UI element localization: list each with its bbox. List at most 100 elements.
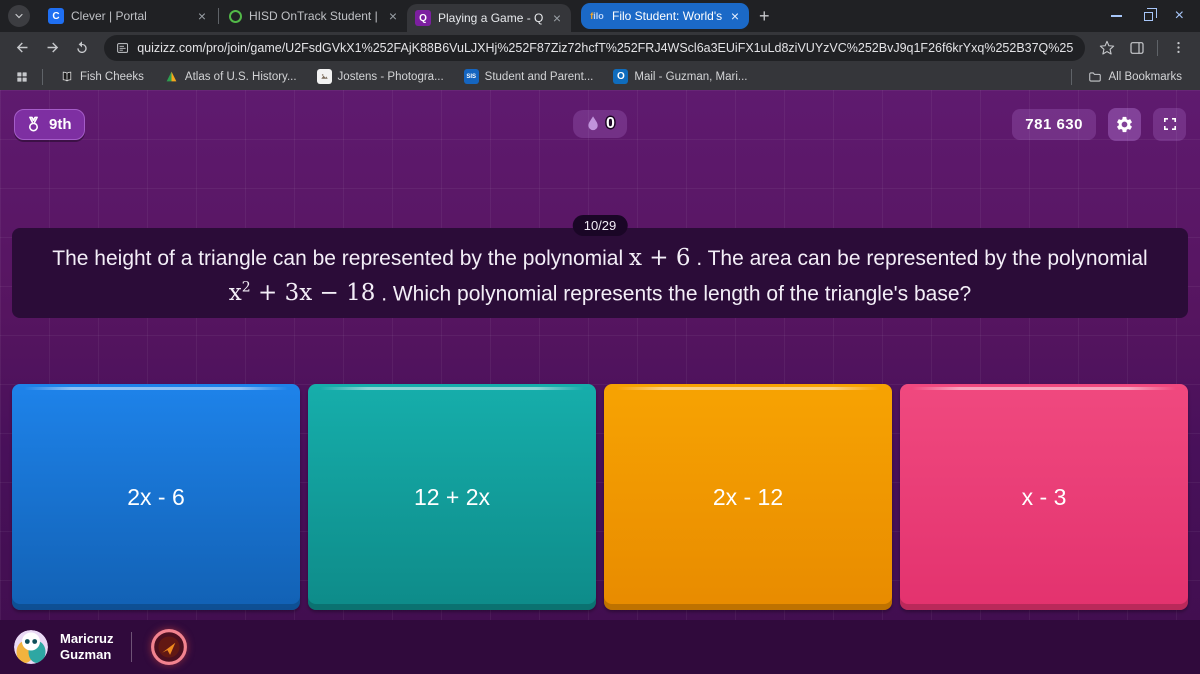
answer-label: 2x - 6 bbox=[127, 483, 185, 510]
math-expression: x2 + 3x − 18 bbox=[228, 279, 376, 307]
reaction-flame-icon bbox=[151, 629, 188, 665]
bookmark-fish-cheeks[interactable]: Fish Cheeks bbox=[51, 66, 152, 87]
bookmark-label: Atlas of U.S. History... bbox=[184, 70, 297, 83]
player-name: Maricruz Guzman bbox=[60, 631, 114, 662]
bookmark-student-parent[interactable]: SIS Student and Parent... bbox=[456, 66, 602, 87]
browser-toolbar: quizizz.com/pro/join/game/U2FsdGVkX1%252… bbox=[0, 32, 1200, 63]
all-bookmarks-label: All Bookmarks bbox=[1108, 70, 1183, 83]
folder-icon bbox=[1088, 69, 1103, 84]
tab-clever[interactable]: C Clever | Portal × bbox=[40, 0, 216, 32]
close-icon[interactable]: × bbox=[387, 9, 399, 23]
footer-separator bbox=[131, 632, 133, 662]
filo-icon: f ilo bbox=[590, 11, 604, 21]
book-icon bbox=[59, 69, 74, 84]
bookmark-label: Mail - Guzman, Mari... bbox=[634, 70, 748, 83]
menu-kebab-button[interactable] bbox=[1164, 35, 1192, 61]
all-bookmarks-button[interactable]: All Bookmarks bbox=[1080, 66, 1191, 87]
renaissance-ring-icon bbox=[229, 9, 242, 23]
url-text: quizizz.com/pro/join/game/U2FsdGVkX1%252… bbox=[137, 40, 1073, 55]
close-icon[interactable]: × bbox=[729, 9, 741, 23]
game-footer: Maricruz Guzman bbox=[0, 620, 1200, 674]
tab-separator bbox=[218, 8, 219, 24]
bookmarks-bar: Fish Cheeks Atlas of U.S. History... Jos… bbox=[0, 63, 1200, 90]
restore-icon[interactable] bbox=[1143, 8, 1158, 21]
bookmark-star-button[interactable] bbox=[1093, 35, 1121, 61]
back-button[interactable] bbox=[8, 35, 36, 61]
answer-label: x - 3 bbox=[1021, 483, 1067, 510]
question-card: The height of a triangle can be represen… bbox=[12, 228, 1188, 318]
gear-icon bbox=[1117, 116, 1132, 132]
url-bar[interactable]: quizizz.com/pro/join/game/U2FsdGVkX1%252… bbox=[104, 34, 1085, 61]
tab-strip: C Clever | Portal × HISD OnTrack Student… bbox=[0, 0, 1200, 32]
streak-counter: 0 bbox=[573, 110, 627, 138]
forward-arrow-icon bbox=[47, 42, 58, 53]
apps-grid-icon bbox=[17, 71, 27, 82]
triangle-map-icon bbox=[164, 69, 179, 84]
answer-card-1[interactable]: 12 + 2x bbox=[308, 384, 596, 610]
photo-file-icon bbox=[316, 69, 332, 84]
fullscreen-button[interactable] bbox=[1153, 107, 1186, 141]
grade-label: 9th bbox=[49, 115, 72, 133]
header-right-group: 781 630 bbox=[1012, 107, 1186, 141]
site-info-icon bbox=[117, 42, 129, 53]
toolbar-separator bbox=[1157, 39, 1158, 56]
chevron-down-icon bbox=[15, 13, 23, 19]
owl-avatar-icon bbox=[14, 630, 48, 664]
tab-title: HISD OnTrack Student | Renais bbox=[249, 9, 380, 23]
question-counter: 10/29 bbox=[572, 215, 628, 236]
answer-card-3[interactable]: x - 3 bbox=[900, 384, 1188, 610]
bookmark-label: Jostens - Photogra... bbox=[337, 70, 444, 83]
reload-icon bbox=[77, 40, 87, 53]
side-panel-icon bbox=[1130, 41, 1144, 54]
score-display: 781 630 bbox=[1012, 108, 1096, 140]
forward-button[interactable] bbox=[38, 35, 66, 61]
bookmark-jostens[interactable]: Jostens - Photogra... bbox=[309, 66, 452, 87]
bookmark-atlas[interactable]: Atlas of U.S. History... bbox=[156, 66, 305, 87]
droplet-icon bbox=[588, 116, 598, 131]
close-icon[interactable]: × bbox=[196, 9, 208, 23]
side-panel-button[interactable] bbox=[1123, 35, 1151, 61]
sis-icon: SIS bbox=[463, 69, 479, 84]
settings-button[interactable] bbox=[1108, 107, 1141, 141]
outlook-icon: O bbox=[613, 69, 629, 84]
quizizz-game-area: 9th 0 781 630 10/29 The height of a tria… bbox=[0, 90, 1200, 674]
math-expression: x + 6 bbox=[628, 244, 691, 271]
quizizz-icon: Q bbox=[415, 10, 431, 26]
clever-icon: C bbox=[48, 8, 64, 24]
streak-count: 0 bbox=[606, 115, 615, 132]
apps-grid-button[interactable] bbox=[10, 64, 34, 90]
bookmark-mail[interactable]: O Mail - Guzman, Mari... bbox=[605, 66, 755, 87]
fullscreen-icon bbox=[1163, 118, 1176, 130]
player-avatar bbox=[14, 630, 48, 664]
tab-title: Clever | Portal bbox=[71, 9, 147, 23]
reload-button[interactable] bbox=[68, 35, 96, 61]
window-close-icon[interactable]: × bbox=[1175, 8, 1184, 24]
question-line-2: x2 + 3x − 18 . Which polynomial represen… bbox=[228, 279, 972, 307]
back-arrow-icon bbox=[16, 42, 27, 53]
minimize-icon[interactable] bbox=[1110, 15, 1122, 17]
medal-icon bbox=[28, 116, 39, 131]
answer-card-0[interactable]: 2x - 6 bbox=[12, 384, 300, 610]
question-line-1: The height of a triangle can be represen… bbox=[52, 244, 1148, 271]
tab-title: Filo Student: World's Only Live bbox=[612, 9, 722, 23]
tab-filo-highlighted[interactable]: filo Filo Student: World's Only Live × bbox=[581, 3, 749, 29]
tab-quizizz-active[interactable]: Q Playing a Game - Quizizz × bbox=[407, 4, 571, 32]
window-controls: × bbox=[1110, 8, 1200, 24]
tab-title: Playing a Game - Quizizz bbox=[438, 11, 544, 25]
tab-search-button[interactable] bbox=[8, 5, 30, 27]
bookmarks-separator bbox=[1070, 68, 1072, 85]
answer-options: 2x - 6 12 + 2x 2x - 12 x - 3 bbox=[12, 384, 1188, 610]
tab-hisd-ontrack[interactable]: HISD OnTrack Student | Renais × bbox=[221, 0, 407, 32]
star-icon bbox=[1099, 40, 1115, 55]
close-icon[interactable]: × bbox=[551, 11, 563, 25]
browser-window: C Clever | Portal × HISD OnTrack Student… bbox=[0, 0, 1200, 674]
answer-card-2[interactable]: 2x - 12 bbox=[604, 384, 892, 610]
grade-badge: 9th bbox=[14, 108, 85, 140]
new-tab-button[interactable]: + bbox=[759, 7, 770, 25]
answer-label: 12 + 2x bbox=[413, 483, 491, 510]
reaction-button[interactable] bbox=[150, 628, 188, 666]
bookmarks-separator bbox=[42, 68, 43, 85]
bookmark-label: Student and Parent... bbox=[484, 70, 594, 83]
kebab-menu-icon bbox=[1176, 42, 1180, 53]
game-header: 9th 0 781 630 bbox=[14, 106, 1186, 142]
